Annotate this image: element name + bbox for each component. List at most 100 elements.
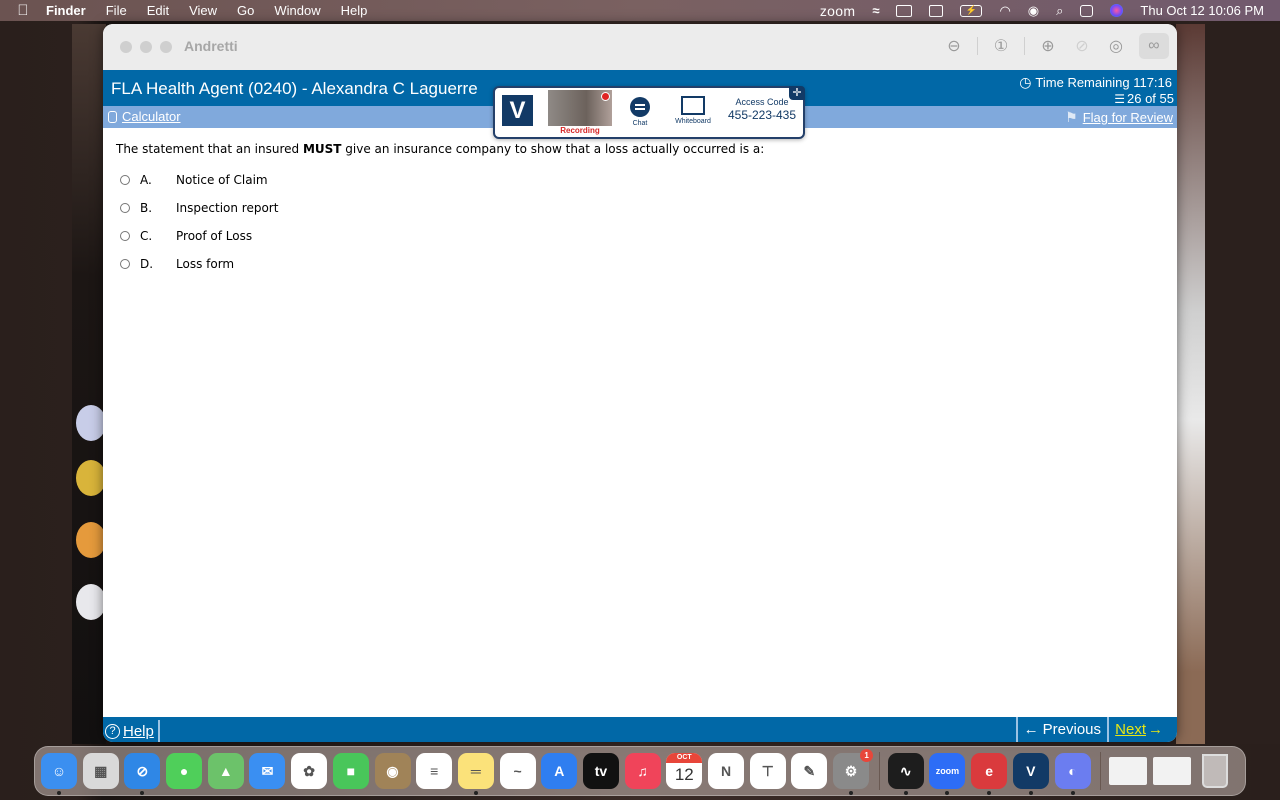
- screen-sharing-icon: ◐: [1068, 763, 1077, 779]
- answer-option-a[interactable]: A. Notice of Claim: [116, 166, 1164, 194]
- move-handle-icon[interactable]: ✛: [789, 86, 805, 100]
- help-button[interactable]: ? Help: [105, 720, 160, 742]
- dock-trash[interactable]: [1197, 753, 1233, 789]
- option-letter: C.: [140, 229, 153, 243]
- dock-app-facetime[interactable]: ■: [332, 753, 369, 789]
- messages-icon: ●: [179, 763, 189, 779]
- keynote-icon: ⊤: [761, 762, 774, 779]
- minimize-button[interactable]: [140, 41, 152, 53]
- safari-icon: ⊘: [136, 762, 149, 779]
- dock-app-zoom[interactable]: zoom: [929, 753, 966, 795]
- dock-app-news[interactable]: N: [708, 753, 744, 789]
- battery-charging-icon[interactable]: ⚡: [960, 4, 983, 17]
- chat-label: Chat: [632, 120, 648, 127]
- zoom-fit-icon[interactable]: ⊘: [1071, 33, 1093, 59]
- dock-app-reminders[interactable]: ≡: [416, 753, 453, 789]
- menu-edit[interactable]: Edit: [147, 3, 169, 18]
- display-icon[interactable]: [929, 4, 944, 17]
- notes-icon: ═: [470, 763, 481, 779]
- menu-window[interactable]: Window: [274, 3, 320, 18]
- dock-app-keynote[interactable]: ⊤: [749, 753, 786, 789]
- dock-app-mail[interactable]: ✉: [249, 753, 286, 789]
- chat-button[interactable]: Chat: [629, 97, 651, 127]
- binoculars-icon[interactable]: ∞: [1139, 33, 1169, 59]
- menu-file[interactable]: File: [106, 3, 127, 18]
- wifi-icon[interactable]: ◠: [999, 3, 1010, 19]
- news-icon: N: [720, 763, 732, 779]
- zoom-in-icon[interactable]: ⊕: [1037, 33, 1059, 59]
- option-text[interactable]: Proof of Loss: [176, 229, 252, 243]
- control-center-icon[interactable]: [1080, 4, 1094, 17]
- dock-app-system-settings[interactable]: ⚙ 1: [833, 749, 874, 795]
- menu-view[interactable]: View: [189, 3, 217, 18]
- dock-app-screen-sharing[interactable]: ◐: [1054, 753, 1091, 795]
- calculator-button[interactable]: Calculator: [108, 109, 181, 124]
- dock-app-verificient-proctor[interactable]: V: [1012, 753, 1049, 795]
- question-post: give an insurance company to show that a…: [341, 142, 765, 156]
- touch-icon[interactable]: ◎: [1105, 33, 1127, 59]
- help-icon: ?: [105, 723, 120, 739]
- calculator-icon: [108, 110, 117, 123]
- siri-icon[interactable]: [1110, 4, 1124, 17]
- actual-size-icon[interactable]: ①: [990, 33, 1012, 59]
- running-indicator: [945, 791, 950, 795]
- clock[interactable]: Thu Oct 12 10:06 PM: [1140, 3, 1264, 18]
- whiteboard-button[interactable]: Whiteboard: [671, 96, 715, 125]
- menu-help[interactable]: Help: [341, 3, 368, 18]
- exam-footer: ? Help ← Previous Next →: [103, 717, 1177, 742]
- option-text[interactable]: Notice of Claim: [176, 173, 268, 187]
- dock-finder-window-thumbnail[interactable]: [1109, 757, 1148, 785]
- radio-button[interactable]: [120, 259, 130, 269]
- recording-label: Recording: [560, 126, 600, 135]
- verificient-proctor-icon: V: [1026, 763, 1036, 779]
- dock-safari-window-thumbnail[interactable]: [1152, 757, 1191, 785]
- option-text[interactable]: Inspection report: [176, 201, 278, 215]
- expressvpn-icon[interactable]: ≈: [872, 3, 879, 18]
- radio-button[interactable]: [120, 203, 130, 213]
- flag-for-review-button[interactable]: ⚑ Flag for Review: [1065, 109, 1173, 126]
- dock-app-calendar[interactable]: OCT 12: [666, 753, 703, 789]
- photos-icon: ✿: [303, 762, 315, 779]
- dock-app-apple-tv[interactable]: tv: [582, 753, 619, 789]
- dock-app-music[interactable]: ♫: [624, 753, 661, 789]
- dock-app-maps[interactable]: ▲: [207, 753, 244, 789]
- proctor-toolbar: V Recording Chat Whiteboard Access Code …: [493, 86, 805, 139]
- proctor-logo: V: [502, 95, 533, 126]
- option-text[interactable]: Loss form: [176, 257, 234, 271]
- question-text: The statement that an insured MUST give …: [116, 142, 1164, 156]
- answer-option-d[interactable]: D. Loss form: [116, 250, 1164, 278]
- dock-app-freeform[interactable]: ~: [499, 753, 536, 789]
- running-indicator: [1070, 791, 1075, 795]
- dock-app-finder[interactable]: ☺: [41, 753, 77, 795]
- dock-app-app-store[interactable]: A: [541, 753, 578, 789]
- dock-app-notes[interactable]: ═: [457, 753, 494, 795]
- maximize-button[interactable]: [160, 41, 172, 53]
- dock-app-messages[interactable]: ●: [166, 753, 203, 789]
- search-icon[interactable]: ⌕: [1056, 3, 1063, 19]
- radio-button[interactable]: [120, 175, 130, 185]
- zoom-out-icon[interactable]: ⊖: [943, 33, 965, 59]
- close-button[interactable]: [120, 41, 132, 53]
- dock-app-photos[interactable]: ✿: [291, 753, 328, 789]
- dock-app-safari[interactable]: ⊘: [124, 753, 161, 795]
- dock-app-pages[interactable]: ✎: [791, 753, 828, 789]
- dock-app-activity-monitor[interactable]: ∿: [887, 753, 924, 795]
- previous-button[interactable]: ← Previous: [1015, 717, 1109, 742]
- question-pre: The statement that an insured: [116, 142, 303, 156]
- zoom-icon[interactable]: zoom: [820, 3, 855, 19]
- access-code-label: Access Code: [735, 97, 789, 107]
- screen-mirroring-icon[interactable]: [896, 4, 913, 17]
- menu-app-name[interactable]: Finder: [46, 3, 86, 18]
- answer-option-c[interactable]: C. Proof of Loss: [116, 222, 1164, 250]
- dock-app-launchpad[interactable]: ▦: [82, 753, 119, 789]
- answer-option-b[interactable]: B. Inspection report: [116, 194, 1164, 222]
- next-button[interactable]: Next →: [1115, 717, 1163, 742]
- menu-go[interactable]: Go: [237, 3, 254, 18]
- radio-button[interactable]: [120, 231, 130, 241]
- whiteboard-icon: [681, 96, 705, 115]
- help-label: Help: [123, 722, 154, 740]
- apple-menu-icon[interactable]: : [0, 2, 46, 19]
- user-icon[interactable]: ◉: [1028, 3, 1039, 19]
- dock-app-expressvpn[interactable]: e: [971, 753, 1008, 795]
- dock-app-contacts[interactable]: ◉: [374, 753, 411, 789]
